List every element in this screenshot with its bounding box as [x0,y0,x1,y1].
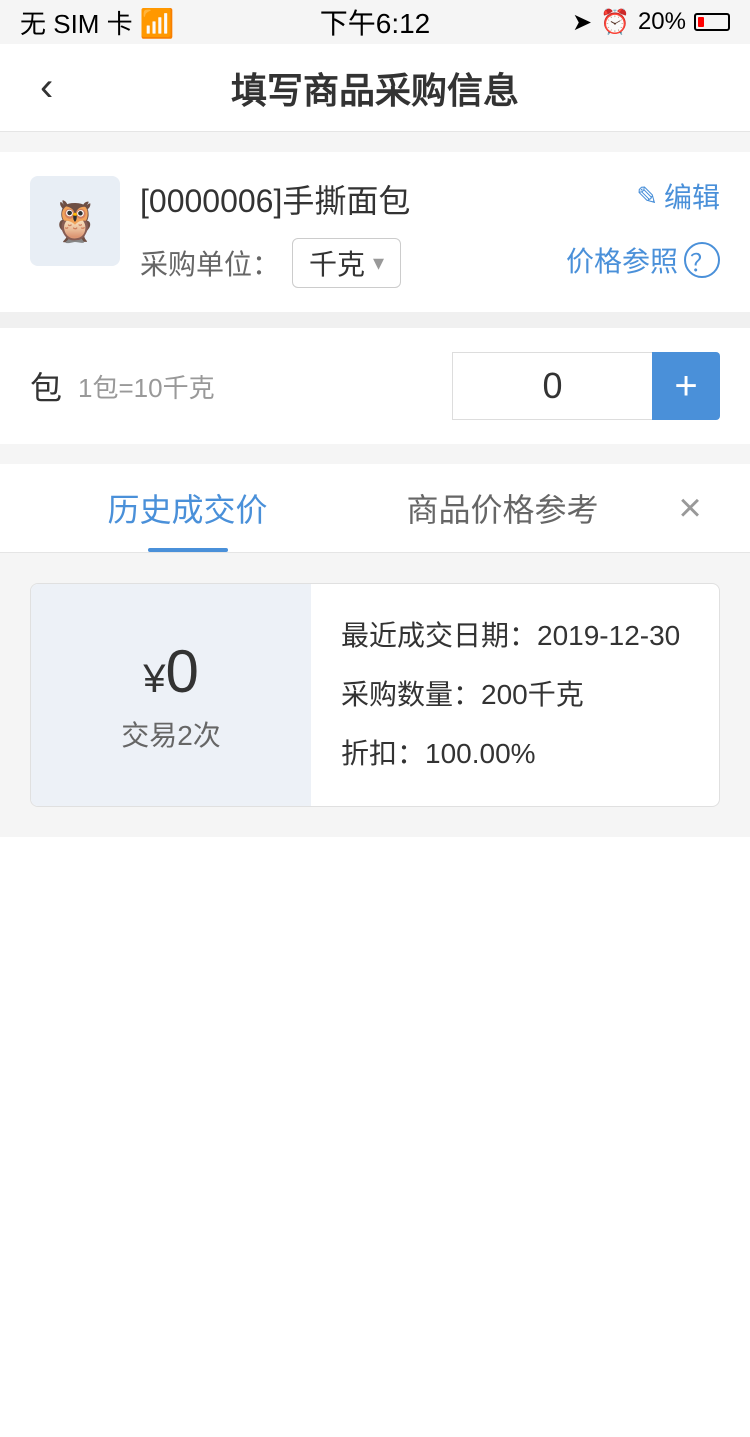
status-right: ➤ ⏰ 20% [572,8,730,37]
tab-price-ref-label: 商品价格参考 [406,485,598,531]
status-bar: 无 SIM 卡 📶 下午6:12 ➤ ⏰ 20% [0,0,750,44]
quantity-input[interactable] [452,352,652,420]
price-ref-hint-icon: ？ [684,242,720,278]
purchase-qty-row: 采购数量：200千克 [341,673,689,718]
right-actions: ✎ 编辑 价格参照 ？ [566,176,720,280]
product-unit-row: 采购单位： 千克 ▾ [140,238,410,288]
tab-close-button[interactable]: × [660,464,720,552]
discount-label: 折扣： [341,738,425,769]
back-button[interactable]: ‹ [30,55,63,120]
recent-date-value: 2019-12-30 [537,620,680,651]
price-summary: ¥0 交易2次 [31,584,311,806]
page-rest [0,837,750,1437]
price-ref-label: 价格参照 [566,240,678,280]
tab-bar: 历史成交价 商品价格参考 × [0,464,750,553]
battery-indicator [694,13,730,31]
alarm-icon: ⏰ [600,8,630,37]
discount-row: 折扣：100.00% [341,732,689,777]
edit-icon: ✎ [636,181,658,212]
tab-history-price[interactable]: 历史成交价 [30,464,345,552]
product-details: [0000006]手撕面包 采购单位： 千克 ▾ [140,176,410,288]
edit-button[interactable]: ✎ 编辑 [636,176,720,216]
product-header: 🦉 [0000006]手撕面包 采购单位： 千克 ▾ ✎ 编辑 价格参照 [30,176,720,288]
section-divider [0,312,750,328]
product-info: 🦉 [0000006]手撕面包 采购单位： 千克 ▾ [30,176,410,288]
tab-product-price-ref[interactable]: 商品价格参考 [345,464,660,552]
tab-history-label: 历史成交价 [107,485,267,531]
unit-select-dropdown[interactable]: 千克 ▾ [292,238,401,288]
currency-symbol: ¥ [143,657,165,701]
status-left: 无 SIM 卡 📶 [20,4,175,41]
quantity-input-row: + [452,352,720,420]
price-details: 最近成交日期：2019-12-30 采购数量：200千克 折扣：100.00% [311,584,719,806]
wifi-icon: 📶 [140,8,175,39]
quantity-label: 包 1包=10千克 [30,363,215,409]
quantity-plus-button[interactable]: + [652,352,720,420]
nav-bar: ‹ 填写商品采购信息 [0,44,750,132]
location-icon: ➤ [572,8,592,37]
product-owl-icon: 🦉 [50,198,100,245]
battery-percent: 20% [638,8,686,36]
product-card: 🦉 [0000006]手撕面包 采购单位： 千克 ▾ ✎ 编辑 价格参照 [0,152,750,312]
product-name: [0000006]手撕面包 [140,176,410,222]
unit-value: 千克 [309,243,365,283]
purchase-qty-value: 200千克 [481,679,584,710]
purchase-qty-label: 采购数量： [341,679,481,710]
product-thumbnail: 🦉 [30,176,120,266]
no-sim-label: 无 SIM 卡 [20,9,133,39]
quantity-row: 包 1包=10千克 + [0,328,750,444]
discount-value: 100.00% [425,738,536,769]
recent-date-label: 最近成交日期： [341,620,537,651]
bag-label: 包 [30,363,62,409]
status-time: 下午6:12 [320,2,431,42]
bag-equation: 1包=10千克 [78,368,215,405]
page-title: 填写商品采购信息 [231,62,519,114]
unit-label: 采购单位： [140,243,280,283]
recent-date-row: 最近成交日期：2019-12-30 [341,614,689,659]
price-value: 0 [165,638,198,705]
price-section: ¥0 交易2次 最近成交日期：2019-12-30 采购数量：200千克 折扣：… [0,553,750,837]
price-amount: ¥0 [143,637,199,706]
transaction-count: 交易2次 [121,714,221,754]
price-reference-button[interactable]: 价格参照 ？ [566,240,720,280]
price-card: ¥0 交易2次 最近成交日期：2019-12-30 采购数量：200千克 折扣：… [30,583,720,807]
dropdown-arrow-icon: ▾ [373,250,384,276]
edit-label: 编辑 [664,176,720,216]
tab-active-indicator [148,548,228,552]
